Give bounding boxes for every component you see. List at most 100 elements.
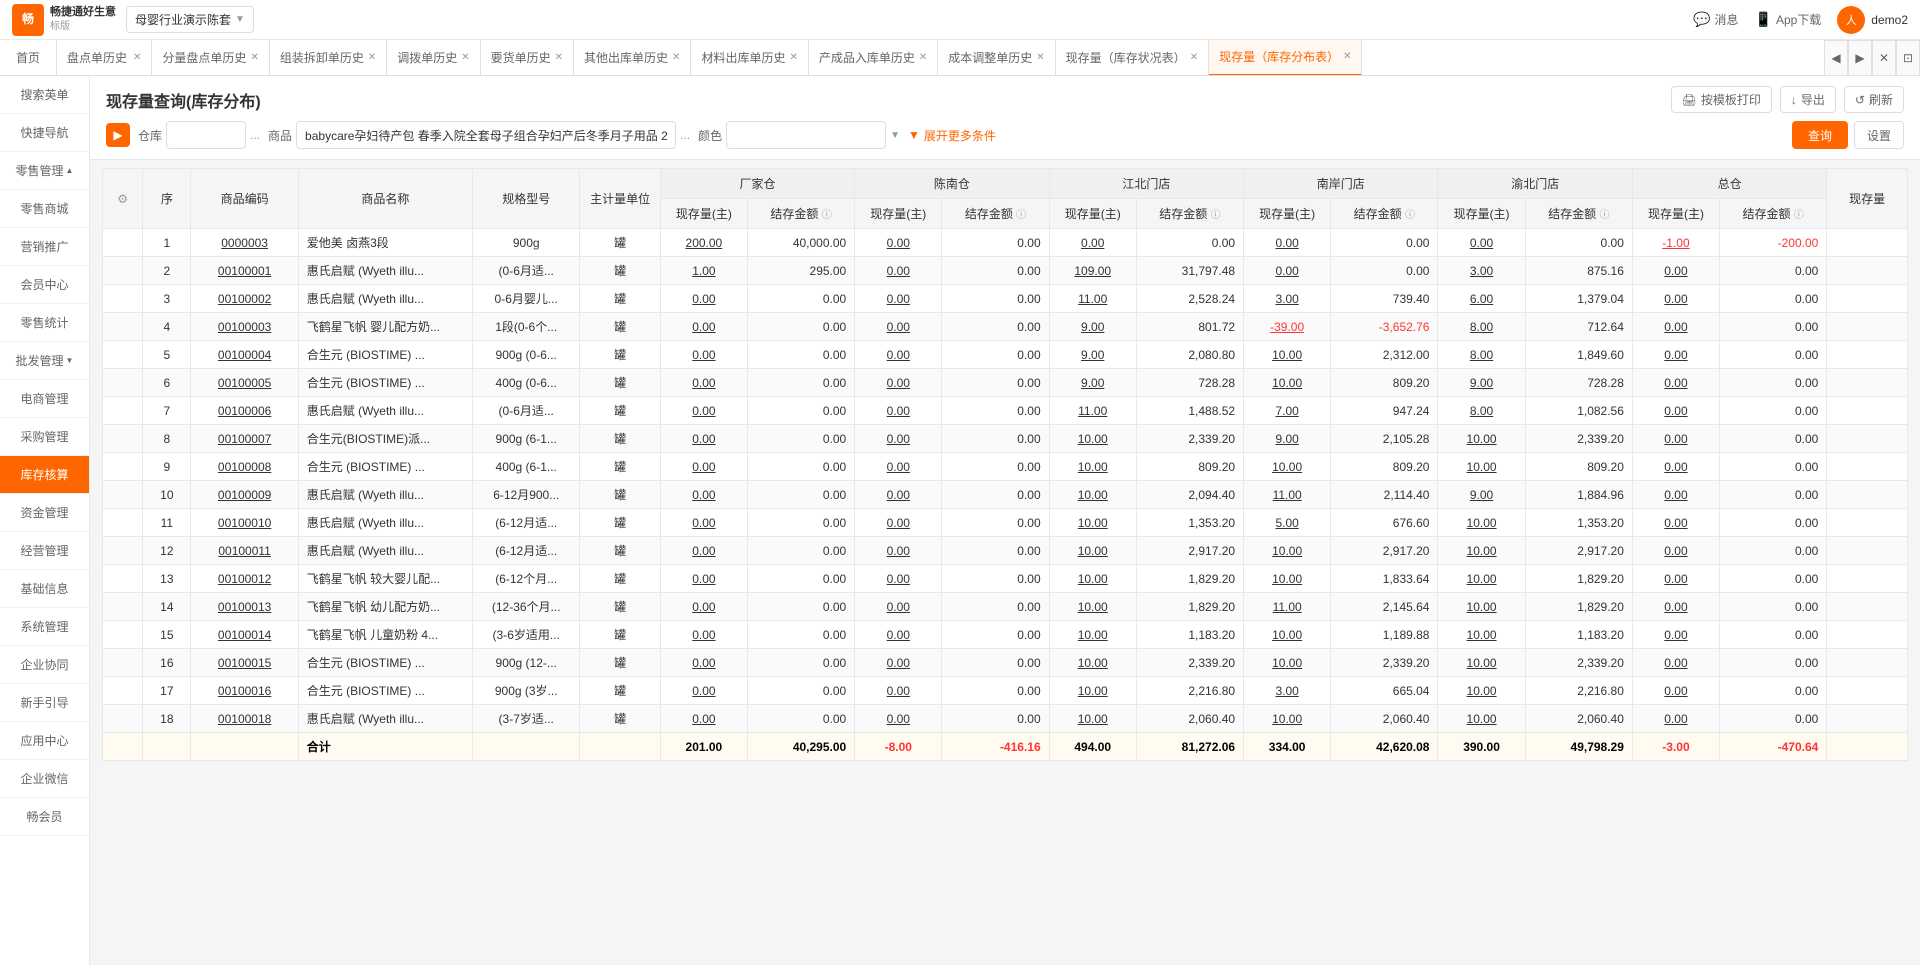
tab-next-btn[interactable]: ▶ — [1848, 40, 1872, 76]
logo-text: 畅捷通好生意 标版 — [50, 5, 116, 34]
table-row: 4 00100003 飞鹤星飞帆 婴儿配方奶... 1段(0-6个... 罐 0… — [103, 313, 1908, 341]
color-filter: 颜色 ▼ — [698, 121, 900, 149]
col-unit: 主计量单位 — [580, 169, 660, 229]
col-factory-stock: 现存量(主) — [660, 199, 747, 229]
sidebar-item-purchase[interactable]: 采购管理 — [0, 418, 89, 456]
col-spec: 规格型号 — [473, 169, 580, 229]
col-yubeimen-stock: 现存量(主) — [1438, 199, 1525, 229]
sidebar-item-vip[interactable]: 畅会员 — [0, 798, 89, 836]
logo-area: 畅 畅捷通好生意 标版 — [12, 4, 116, 36]
warehouse-dots-btn[interactable]: ... — [250, 128, 260, 142]
col-nanan-amount: 结存金额 ⓘ — [1331, 199, 1438, 229]
col-num: 序 — [143, 169, 191, 229]
tab-xiancunliang-status[interactable]: 现存量（库存状况表） ✕ — [1056, 40, 1209, 76]
export-btn[interactable]: ↓ 导出 — [1780, 86, 1836, 113]
sidebar-item-basic-info[interactable]: 基础信息 — [0, 570, 89, 608]
tab-expand-btn[interactable]: ⊡ — [1896, 40, 1920, 76]
tab-home[interactable]: 首页 — [0, 40, 57, 76]
tab-close-all-btn[interactable]: ✕ — [1872, 40, 1896, 76]
tab-chengben-tiaozheng[interactable]: 成本调整单历史 ✕ — [938, 40, 1055, 76]
sidebar-item-wholesale[interactable]: 批发管理▼ — [0, 342, 89, 380]
goods-label: 商品 — [268, 127, 292, 144]
tab-close-icon[interactable]: ✕ — [1036, 52, 1044, 63]
col-gear[interactable]: ⚙ — [103, 169, 143, 229]
sidebar-item-inventory[interactable]: 库存核算 — [0, 456, 89, 494]
table-row: 11 00100010 惠氏启赋 (Wyeth illu... (6-12月适.… — [103, 509, 1908, 537]
tab-cailiao-chuku[interactable]: 材料出库单历史 ✕ — [691, 40, 808, 76]
col-factory-header: 厂家仓 — [660, 169, 854, 199]
tab-chanpin-ruku[interactable]: 产成品入库单历史 ✕ — [809, 40, 938, 76]
table-row: 1 0000003 爱他美 卤燕3段 900g 罐 200.00 40,000.… — [103, 229, 1908, 257]
tab-close-icon[interactable]: ✕ — [789, 52, 797, 63]
col-jiangbei-stock: 现存量(主) — [1049, 199, 1136, 229]
sidebar-item-quicknav[interactable]: 快捷导航 — [0, 114, 89, 152]
sidebar-item-retail-mgmt[interactable]: 零售管理▲ — [0, 152, 89, 190]
expand-more-btn[interactable]: ▼ 展开更多条件 — [908, 127, 996, 144]
table-row: 3 00100002 惠氏启赋 (Wyeth illu... 0-6月婴儿...… — [103, 285, 1908, 313]
print-btn[interactable]: 🖨 按模板打印 — [1671, 86, 1772, 113]
tab-diaobo-history[interactable]: 调拨单历史 ✕ — [387, 40, 480, 76]
col-chennan-stock: 现存量(主) — [855, 199, 942, 229]
sidebar-item-retail-mall[interactable]: 零售商城 — [0, 190, 89, 228]
sidebar-item-operations[interactable]: 经营管理 — [0, 532, 89, 570]
settings-btn[interactable]: 设置 — [1854, 121, 1904, 149]
chevron-up-icon: ▲ — [66, 166, 74, 175]
warehouse-input[interactable] — [166, 121, 246, 149]
app-download-btn[interactable]: 📱 App下载 — [1755, 11, 1822, 28]
tab-qita-chuku[interactable]: 其他出库单历史 ✕ — [574, 40, 691, 76]
sidebar-item-search[interactable]: 搜索英单 — [0, 76, 89, 114]
table-row: 5 00100004 合生元 (BIOSTIME) ... 900g (0-6.… — [103, 341, 1908, 369]
sidebar-item-ecommerce[interactable]: 电商管理 — [0, 380, 89, 418]
data-table: ⚙ 序 商品编码 商品名称 规格型号 主计量单位 厂家仓 陈南仓 江北门店 南岸… — [102, 168, 1908, 761]
query-btn[interactable]: 查询 — [1792, 121, 1848, 149]
col-current-extra: 现存量 — [1827, 169, 1908, 229]
sidebar-item-corp-collab[interactable]: 企业协同 — [0, 646, 89, 684]
col-chennan-amount: 结存金额 ⓘ — [942, 199, 1049, 229]
mobile-icon: 📱 — [1755, 11, 1772, 28]
sidebar-item-retail-stats[interactable]: 零售统计 — [0, 304, 89, 342]
industry-selector[interactable]: 母婴行业演示陈套 ▼ — [126, 6, 254, 33]
tab-close-icon[interactable]: ✕ — [919, 52, 927, 63]
col-code: 商品编码 — [191, 169, 298, 229]
tab-close-icon[interactable]: ✕ — [461, 52, 469, 63]
content-area: 现存量查询(库存分布) 🖨 按模板打印 ↓ 导出 ↺ 刷新 — [90, 76, 1920, 965]
user-profile[interactable]: 人 demo2 — [1837, 6, 1908, 34]
tab-close-icon[interactable]: ✕ — [1343, 51, 1351, 62]
sidebar-item-marketing[interactable]: 营销推广 — [0, 228, 89, 266]
tab-close-icon[interactable]: ✕ — [1190, 52, 1198, 63]
page-header: 现存量查询(库存分布) 🖨 按模板打印 ↓ 导出 ↺ 刷新 — [90, 76, 1920, 160]
filter-bar: ▶ 仓库 ... 商品 ... 颜色 ▼ — [106, 121, 1904, 159]
goods-input[interactable] — [296, 121, 676, 149]
color-input[interactable] — [726, 121, 886, 149]
avatar: 人 — [1837, 6, 1865, 34]
tab-close-icon[interactable]: ✕ — [133, 52, 141, 63]
messages-btn[interactable]: 💬 消息 — [1693, 11, 1738, 28]
tab-zuzhechaishu[interactable]: 组装拆卸单历史 ✕ — [270, 40, 387, 76]
tab-xiancunliang-dist[interactable]: 现存量（库存分布表） ✕ — [1209, 40, 1362, 76]
sidebar-item-system[interactable]: 系统管理 — [0, 608, 89, 646]
goods-dots-btn[interactable]: ... — [680, 128, 690, 142]
tab-close-icon[interactable]: ✕ — [250, 52, 258, 63]
sidebar-item-guide[interactable]: 新手引导 — [0, 684, 89, 722]
col-nanan-stock: 现存量(主) — [1244, 199, 1331, 229]
refresh-btn[interactable]: ↺ 刷新 — [1844, 86, 1904, 113]
tab-close-icon[interactable]: ✕ — [555, 52, 563, 63]
tab-fenliang-history[interactable]: 分量盘点单历史 ✕ — [152, 40, 269, 76]
sidebar-item-member[interactable]: 会员中心 — [0, 266, 89, 304]
tab-yaohuo-history[interactable]: 要货单历史 ✕ — [481, 40, 574, 76]
tab-pandian-history[interactable]: 盘点单历史 ✕ — [57, 40, 152, 76]
filter-toggle-btn[interactable]: ▶ — [106, 123, 130, 147]
table-row: 6 00100005 合生元 (BIOSTIME) ... 400g (0-6.… — [103, 369, 1908, 397]
top-bar: 畅 畅捷通好生意 标版 母婴行业演示陈套 ▼ 💬 消息 📱 App下载 人 de… — [0, 0, 1920, 40]
tab-close-icon[interactable]: ✕ — [672, 52, 680, 63]
sidebar-item-app-center[interactable]: 应用中心 — [0, 722, 89, 760]
col-name: 商品名称 — [298, 169, 472, 229]
tab-prev-btn[interactable]: ◀ — [1824, 40, 1848, 76]
sidebar-item-finance[interactable]: 资金管理 — [0, 494, 89, 532]
table-row: 10 00100009 惠氏启赋 (Wyeth illu... 6-12月900… — [103, 481, 1908, 509]
tab-bar: 首页 盘点单历史 ✕ 分量盘点单历史 ✕ 组装拆卸单历史 ✕ 调拨单历史 ✕ 要… — [0, 40, 1920, 76]
table-row: 14 00100013 飞鹤星飞帆 幼儿配方奶... (12-36个月... 罐… — [103, 593, 1908, 621]
tab-close-icon[interactable]: ✕ — [368, 52, 376, 63]
table-row: 7 00100006 惠氏启赋 (Wyeth illu... (0-6月适...… — [103, 397, 1908, 425]
sidebar-item-corp-wechat[interactable]: 企业微信 — [0, 760, 89, 798]
